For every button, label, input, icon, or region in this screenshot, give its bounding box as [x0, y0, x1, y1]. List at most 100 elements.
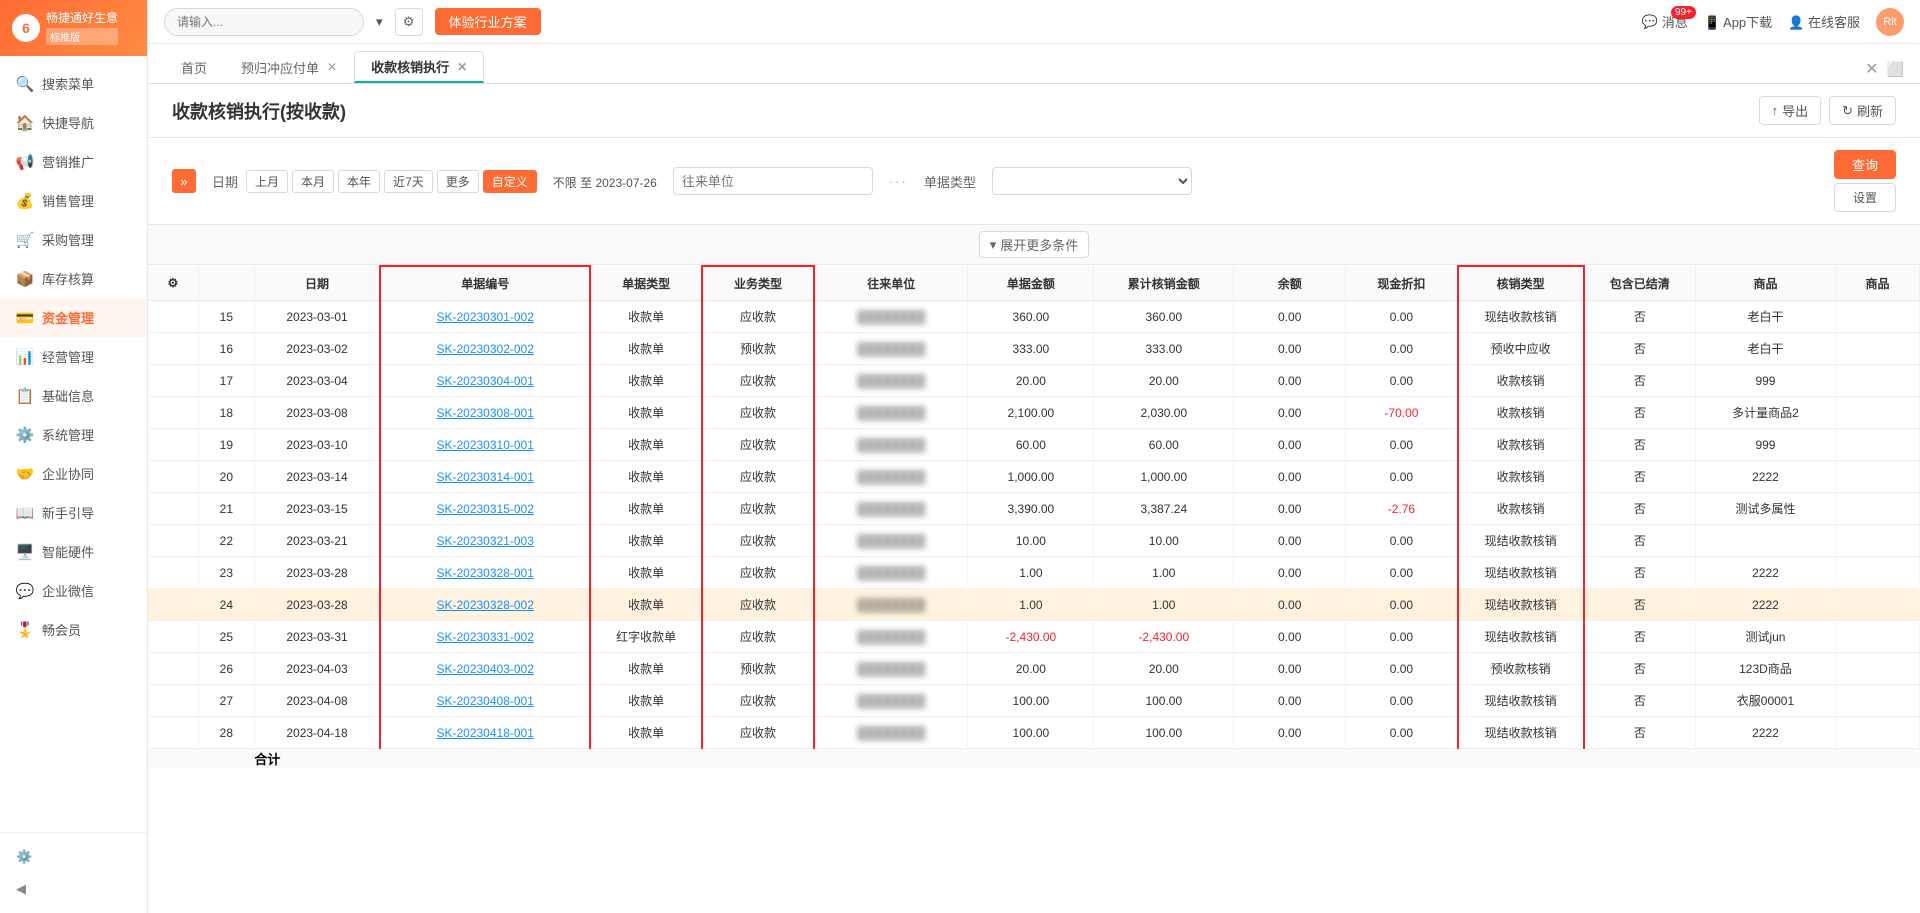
sidebar-item-hardware[interactable]: 🖥️ 智能硬件 — [0, 532, 147, 571]
th-doctype[interactable]: 单据类型 — [590, 266, 702, 301]
export-icon: ↑ — [1772, 103, 1779, 118]
partner-input[interactable] — [673, 167, 873, 195]
cell-ordernum[interactable]: SK-20230328-002 — [380, 589, 590, 621]
message-button[interactable]: 💬 消息 99+ — [1642, 12, 1688, 31]
export-button[interactable]: ↑ 导出 — [1759, 96, 1822, 125]
cell-settings[interactable] — [148, 653, 198, 685]
sidebar-settings[interactable]: ⚙️ — [0, 841, 147, 873]
sidebar-item-business[interactable]: 📊 经营管理 — [0, 337, 147, 376]
last-month-btn[interactable]: 上月 — [246, 170, 288, 193]
this-month-btn[interactable]: 本月 — [292, 170, 334, 193]
th-balance[interactable]: 余额 — [1234, 266, 1346, 301]
tab-maximize[interactable]: ⬜ — [1887, 61, 1904, 78]
cell-settings[interactable] — [148, 333, 198, 365]
topbar-gear-btn[interactable]: ⚙ — [395, 8, 423, 36]
sidebar-item-marketing[interactable]: 📢 营销推广 — [0, 142, 147, 181]
cell-settings[interactable] — [148, 397, 198, 429]
cell-ordernum[interactable]: SK-20230310-001 — [380, 429, 590, 461]
cell-ordernum[interactable]: SK-20230301-002 — [380, 301, 590, 333]
th-biztype[interactable]: 业务类型 — [702, 266, 814, 301]
cell-biztype: 应收款 — [702, 461, 814, 493]
user-avatar[interactable]: Rit — [1876, 8, 1904, 36]
online-service-link[interactable]: 👤 在线客服 — [1788, 12, 1860, 31]
th-partner[interactable]: 往来单位 — [814, 266, 968, 301]
th-goods[interactable]: 商品 — [1696, 266, 1836, 301]
cell-settings[interactable] — [148, 461, 198, 493]
th-amount[interactable]: 单据金额 — [968, 266, 1094, 301]
cell-settings[interactable] — [148, 685, 198, 717]
sidebar-item-sales[interactable]: 💰 销售管理 — [0, 181, 147, 220]
cell-ordernum[interactable]: SK-20230408-001 — [380, 685, 590, 717]
tab-home[interactable]: 首页 — [164, 51, 224, 83]
cell-includefinal: 否 — [1584, 653, 1696, 685]
tab-collection[interactable]: 收款核销执行 ✕ — [354, 51, 484, 83]
tab-close-all[interactable]: ✕ — [1865, 59, 1878, 79]
cell-discount: 0.00 — [1346, 301, 1458, 333]
cell-ordernum[interactable]: SK-20230321-003 — [380, 525, 590, 557]
prepay-tab-close[interactable]: ✕ — [327, 60, 337, 74]
cell-settings[interactable] — [148, 621, 198, 653]
th-settings[interactable]: ⚙ — [148, 266, 198, 301]
cell-no: 20 — [198, 461, 254, 493]
sidebar-item-member[interactable]: 🎖️ 畅会员 — [0, 610, 147, 649]
cell-discount: 0.00 — [1346, 685, 1458, 717]
search-input[interactable] — [164, 8, 364, 36]
th-ordernum[interactable]: 单据编号 — [380, 266, 590, 301]
sidebar-item-wechat[interactable]: 💬 企业微信 — [0, 571, 147, 610]
cell-ordernum[interactable]: SK-20230315-002 — [380, 493, 590, 525]
cell-ordernum[interactable]: SK-20230331-002 — [380, 621, 590, 653]
cell-settings[interactable] — [148, 557, 198, 589]
cell-amount: 2,100.00 — [968, 397, 1094, 429]
cell-goodsimg — [1835, 653, 1919, 685]
cell-settings[interactable] — [148, 365, 198, 397]
cell-ordernum[interactable]: SK-20230308-001 — [380, 397, 590, 429]
this-year-btn[interactable]: 本年 — [338, 170, 380, 193]
sidebar-item-basic[interactable]: 📋 基础信息 — [0, 376, 147, 415]
cell-balance: 0.00 — [1234, 557, 1346, 589]
refresh-button[interactable]: ↻ 刷新 — [1829, 96, 1896, 125]
th-goodsimg[interactable]: 商品 — [1835, 266, 1919, 301]
filter-toggle-btn[interactable]: » — [172, 169, 196, 193]
cell-ordernum[interactable]: SK-20230418-001 — [380, 717, 590, 749]
sidebar-item-search[interactable]: 🔍 搜索菜单 — [0, 64, 147, 103]
cell-settings[interactable] — [148, 493, 198, 525]
cell-ordernum[interactable]: SK-20230328-001 — [380, 557, 590, 589]
cell-ordernum[interactable]: SK-20230304-001 — [380, 365, 590, 397]
sidebar-item-system[interactable]: ⚙️ 系统管理 — [0, 415, 147, 454]
last-7days-btn[interactable]: 近7天 — [384, 170, 433, 193]
topbar-dropdown[interactable]: ▾ — [376, 14, 383, 30]
app-download-link[interactable]: 📱 App下载 — [1704, 12, 1772, 31]
th-vertype[interactable]: 核销类型 — [1458, 266, 1584, 301]
cell-ordernum[interactable]: SK-20230314-001 — [380, 461, 590, 493]
sidebar-collapse[interactable]: ◀ — [0, 873, 147, 905]
th-includefinal[interactable]: 包含已结清 — [1584, 266, 1696, 301]
expand-conditions-button[interactable]: ▾ 展开更多条件 — [979, 231, 1090, 258]
cell-settings[interactable] — [148, 429, 198, 461]
logo-badge: 标推版 — [46, 28, 118, 45]
cell-settings[interactable] — [148, 589, 198, 621]
sidebar-item-inventory[interactable]: 📦 库存核算 — [0, 259, 147, 298]
filter-setting-button[interactable]: 设置 — [1834, 183, 1896, 212]
cell-settings[interactable] — [148, 301, 198, 333]
doc-type-select[interactable] — [992, 167, 1192, 195]
th-date[interactable]: 日期 — [254, 266, 380, 301]
corp-icon: 🤝 — [16, 465, 34, 483]
custom-btn[interactable]: 自定义 — [483, 170, 537, 193]
search-icon: 🔍 — [16, 75, 34, 93]
sidebar-item-corp[interactable]: 🤝 企业协同 — [0, 454, 147, 493]
more-btn[interactable]: 更多 — [437, 170, 479, 193]
sidebar-item-finance[interactable]: 💳 资金管理 — [0, 298, 147, 337]
tab-prepay[interactable]: 预归冲应付单 ✕ — [224, 51, 354, 83]
query-button[interactable]: 查询 — [1834, 150, 1896, 179]
th-discount[interactable]: 现金折扣 — [1346, 266, 1458, 301]
th-cumamt[interactable]: 累计核销金额 — [1094, 266, 1234, 301]
collection-tab-close[interactable]: ✕ — [457, 60, 467, 74]
cell-ordernum[interactable]: SK-20230403-002 — [380, 653, 590, 685]
sidebar-item-purchase[interactable]: 🛒 采购管理 — [0, 220, 147, 259]
solution-button[interactable]: 体验行业方案 — [435, 8, 541, 35]
cell-settings[interactable] — [148, 717, 198, 749]
sidebar-item-shortcut[interactable]: 🏠 快捷导航 — [0, 103, 147, 142]
cell-settings[interactable] — [148, 525, 198, 557]
sidebar-item-guide[interactable]: 📖 新手引导 — [0, 493, 147, 532]
cell-ordernum[interactable]: SK-20230302-002 — [380, 333, 590, 365]
